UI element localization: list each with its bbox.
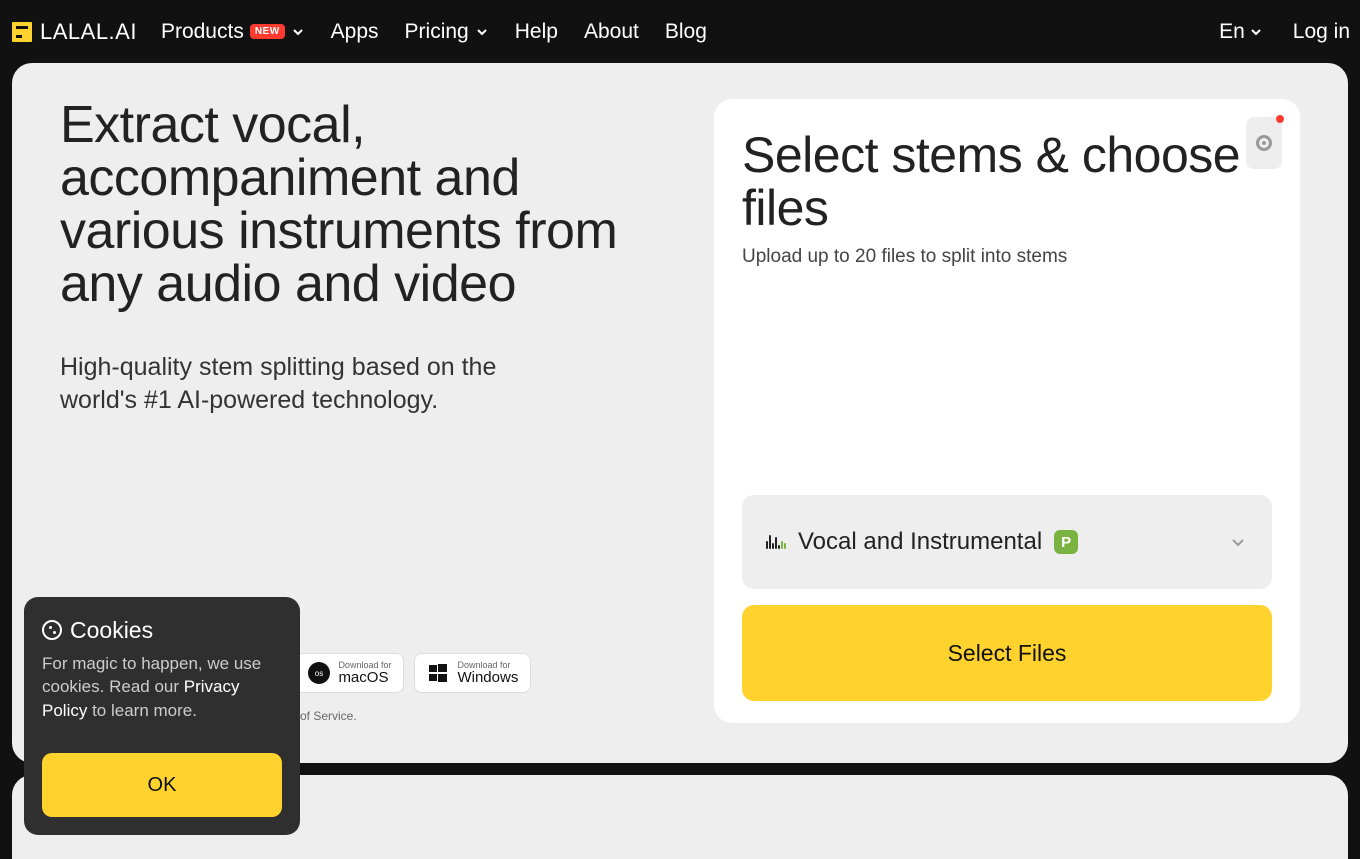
nav-about[interactable]: About (584, 20, 639, 44)
header: LALAL.AI Products NEW Apps Pricing Help … (0, 0, 1360, 63)
cookie-ok-button[interactable]: OK (42, 753, 282, 817)
cookie-banner: Cookies For magic to happen, we use cook… (24, 597, 300, 835)
logo-text: LALAL.AI (40, 19, 137, 45)
chevron-down-icon (291, 25, 305, 39)
cookie-title: Cookies (70, 617, 153, 644)
chevron-down-icon (1249, 25, 1263, 39)
waveform-icon (766, 535, 786, 549)
cookie-icon (42, 620, 62, 640)
nav-blog[interactable]: Blog (665, 20, 707, 44)
download-macos[interactable]: os Download for macOS (295, 653, 404, 693)
gear-icon (1256, 135, 1272, 151)
download-macos-label: macOS (338, 670, 391, 685)
nav-pricing[interactable]: Pricing (405, 20, 489, 44)
windows-icon (427, 662, 449, 684)
cookie-body: For magic to happen, we use cookies. Rea… (42, 652, 282, 723)
nav-products[interactable]: Products NEW (161, 20, 305, 44)
cookie-title-row: Cookies (42, 617, 282, 644)
logo[interactable]: LALAL.AI (12, 19, 137, 45)
language-label: En (1219, 20, 1245, 44)
language-selector[interactable]: En (1219, 20, 1263, 44)
uploader-panel: Select stems & choose files Upload up to… (714, 99, 1300, 723)
chevron-down-icon (1228, 532, 1248, 552)
cookie-ok-label: OK (148, 774, 177, 797)
macos-icon: os (308, 662, 330, 684)
header-right: En Log in (1219, 20, 1350, 44)
svg-text:os: os (315, 669, 323, 678)
hero-subtitle: High-quality stem splitting based on the… (60, 351, 580, 416)
logo-icon (12, 22, 32, 42)
nav-products-label: Products (161, 20, 244, 44)
nav-pricing-label: Pricing (405, 20, 469, 44)
uploader-title: Select stems & choose files (742, 129, 1272, 234)
cookie-line2: to learn more. (87, 701, 197, 720)
main-nav: Products NEW Apps Pricing Help About Blo… (161, 20, 707, 44)
select-files-button[interactable]: Select Files (742, 605, 1272, 701)
settings-button[interactable] (1246, 117, 1282, 169)
stem-label: Vocal and Instrumental (798, 528, 1042, 556)
hero-title: Extract vocal, accompaniment and various… (60, 99, 674, 311)
select-files-label: Select Files (948, 640, 1067, 667)
spacer (742, 268, 1272, 495)
nav-apps[interactable]: Apps (331, 20, 379, 44)
download-windows[interactable]: Download for Windows (414, 653, 531, 693)
download-windows-label: Windows (457, 670, 518, 685)
uploader-hint: Upload up to 20 files to split into stem… (742, 246, 1272, 268)
header-left: LALAL.AI Products NEW Apps Pricing Help … (12, 19, 707, 45)
phoenix-badge: P (1054, 530, 1078, 554)
stem-selector[interactable]: Vocal and Instrumental P (742, 495, 1272, 589)
login-link[interactable]: Log in (1293, 20, 1350, 44)
new-badge: NEW (250, 24, 285, 39)
chevron-down-icon (475, 25, 489, 39)
nav-help[interactable]: Help (515, 20, 558, 44)
